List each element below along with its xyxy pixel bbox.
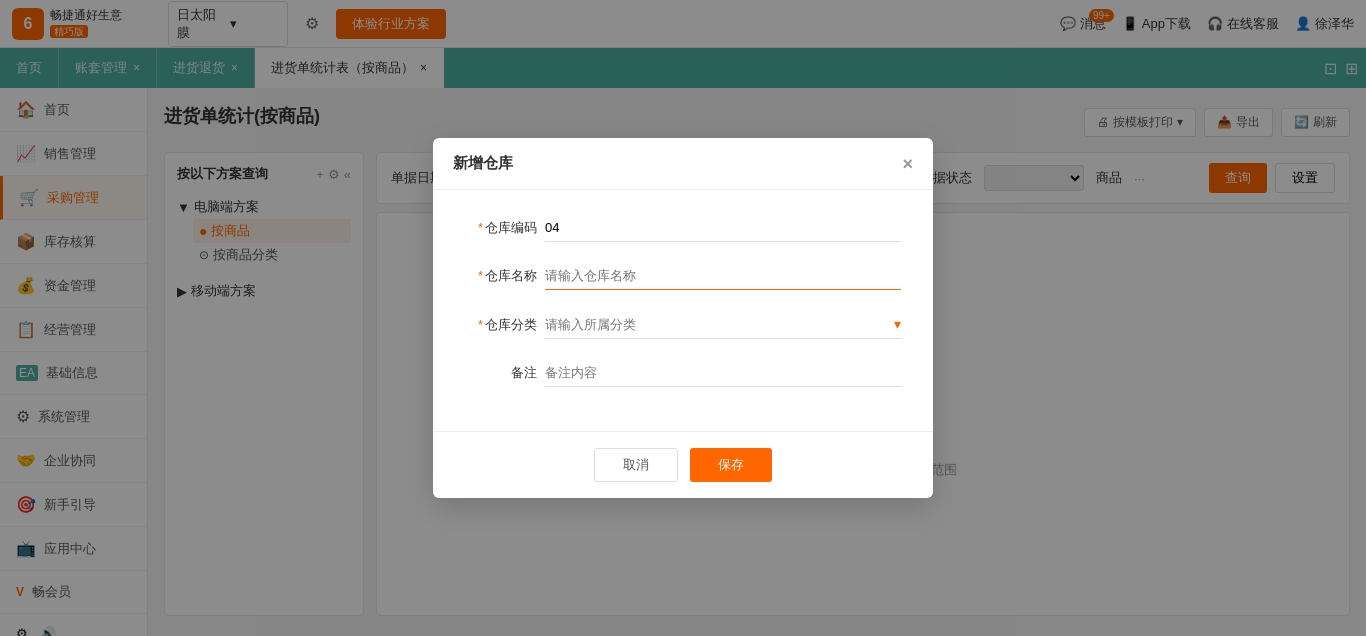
warehouse-code-row: *仓库编码 xyxy=(465,214,901,242)
category-required-mark: * xyxy=(478,317,483,332)
warehouse-name-label: *仓库名称 xyxy=(465,267,545,285)
code-required-mark: * xyxy=(478,220,483,235)
modal-header: 新增仓库 × xyxy=(433,138,933,190)
warehouse-name-row: *仓库名称 xyxy=(465,262,901,290)
modal-overlay[interactable]: 新增仓库 × *仓库编码 *仓库名称 *仓库分类 xyxy=(0,0,1366,636)
warehouse-note-label: 备注 xyxy=(465,364,545,382)
name-required-mark: * xyxy=(478,268,483,283)
cancel-button[interactable]: 取消 xyxy=(594,448,678,482)
modal-close-button[interactable]: × xyxy=(902,155,913,173)
warehouse-code-input[interactable] xyxy=(545,214,901,242)
save-button[interactable]: 保存 xyxy=(690,448,772,482)
warehouse-code-label: *仓库编码 xyxy=(465,219,545,237)
modal-footer: 取消 保存 xyxy=(433,431,933,498)
warehouse-note-row: 备注 xyxy=(465,359,901,387)
warehouse-note-input[interactable] xyxy=(545,359,901,387)
category-input[interactable] xyxy=(545,317,894,332)
warehouse-category-row: *仓库分类 ▾ xyxy=(465,310,901,339)
warehouse-category-label: *仓库分类 xyxy=(465,316,545,334)
category-dropdown-icon[interactable]: ▾ xyxy=(894,316,901,332)
warehouse-name-input[interactable] xyxy=(545,262,901,290)
modal-title: 新增仓库 xyxy=(453,154,513,173)
warehouse-category-select[interactable]: ▾ xyxy=(545,310,901,339)
new-warehouse-modal: 新增仓库 × *仓库编码 *仓库名称 *仓库分类 xyxy=(433,138,933,498)
modal-body: *仓库编码 *仓库名称 *仓库分类 ▾ xyxy=(433,190,933,431)
